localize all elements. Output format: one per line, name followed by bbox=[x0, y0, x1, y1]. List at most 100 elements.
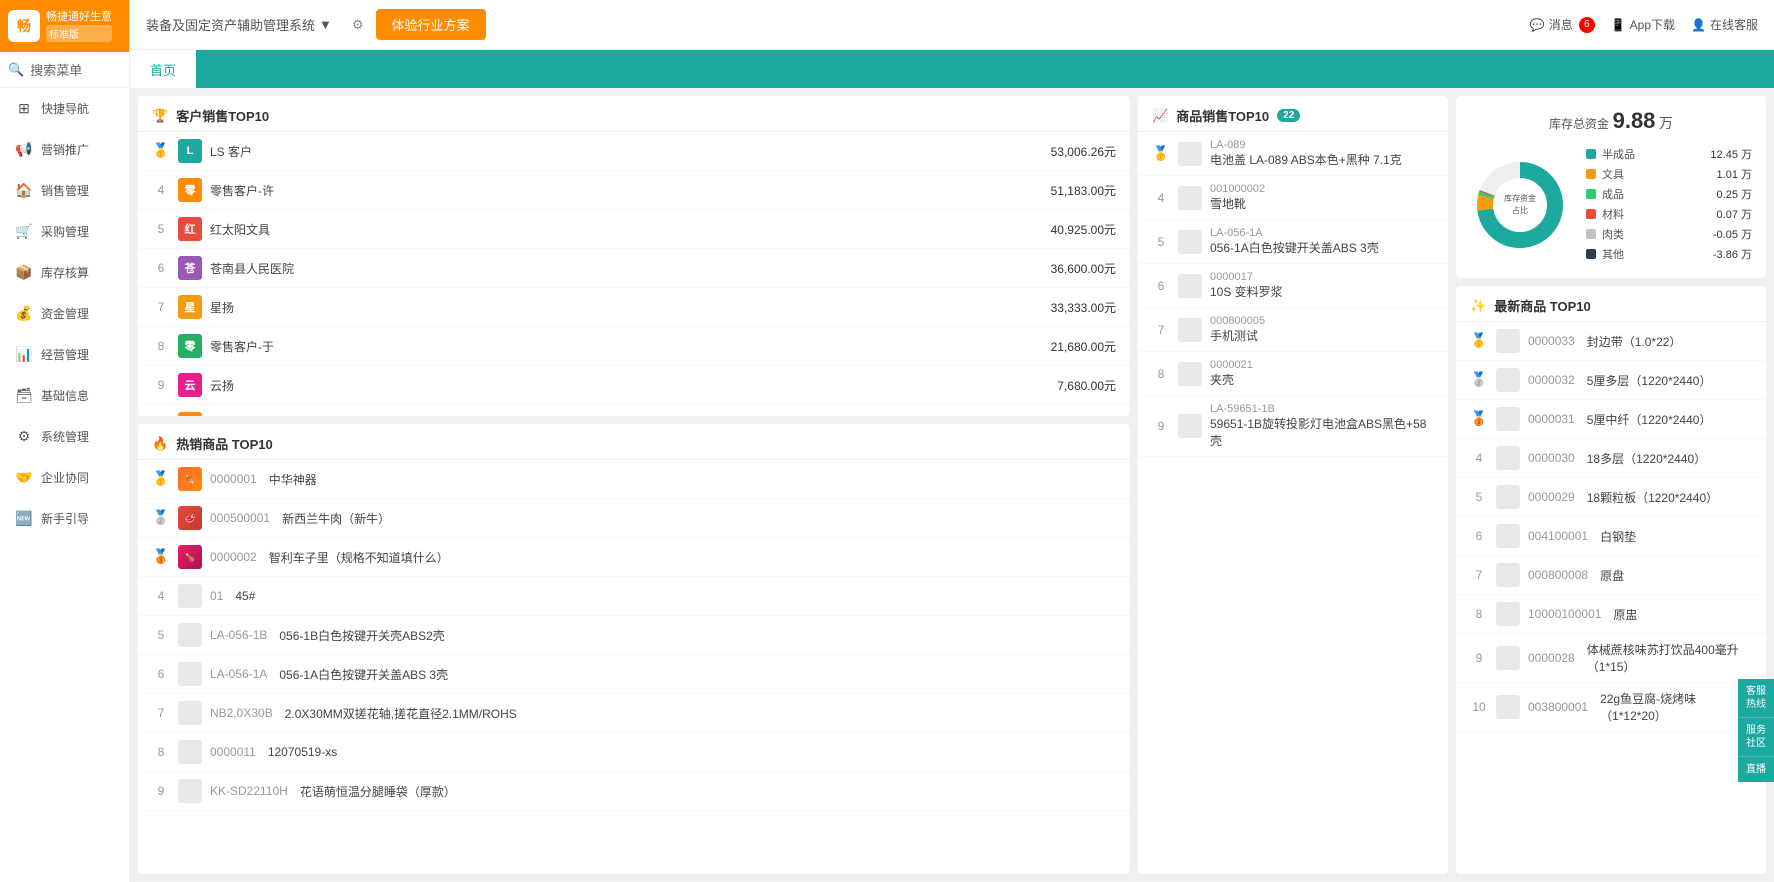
sidebar-item-operation[interactable]: 📊 经营管理 bbox=[0, 334, 129, 375]
legend-color bbox=[1586, 169, 1596, 179]
sidebar-item-company[interactable]: 🤝 企业协同 bbox=[0, 457, 129, 498]
rank-num: 6 bbox=[1470, 529, 1488, 543]
search-icon: 🔍 bbox=[8, 62, 24, 78]
sidebar-item-marketing[interactable]: 📢 营销推广 bbox=[0, 129, 129, 170]
customer-name: 零售客户-许 bbox=[210, 182, 1043, 199]
logo-icon: 畅 bbox=[8, 10, 40, 42]
list-item: 🥇 0000033 封边带（1.0*22） bbox=[1456, 322, 1766, 361]
product-thumbnail bbox=[1178, 414, 1202, 438]
product-thumbnail bbox=[1496, 407, 1520, 431]
rank-num: 5 bbox=[1152, 235, 1170, 249]
experience-btn[interactable]: 体验行业方案 bbox=[376, 9, 486, 40]
app-download-btn[interactable]: 📱 App下载 bbox=[1611, 16, 1675, 33]
product-name: 59651-1B旋转投影灯电池盒ABS黑色+58壳 bbox=[1210, 415, 1434, 449]
system-name-dropdown[interactable]: 装备及固定资产辅助管理系统 ▼ bbox=[146, 15, 332, 34]
list-item: 9 KK-SD22110H 花语萌恒温分腿睡袋（厚款） bbox=[138, 772, 1130, 811]
float-btn-community[interactable]: 服务社区 bbox=[1738, 718, 1774, 757]
product-code: 0000029 bbox=[1528, 490, 1575, 504]
sidebar-item-purchase[interactable]: 🛒 采购管理 bbox=[0, 211, 129, 252]
rank-num: 6 bbox=[1152, 279, 1170, 293]
avatar: 零 bbox=[178, 178, 202, 202]
customer-amount: 7,563.00元 bbox=[1057, 416, 1116, 417]
avatar: 零 bbox=[178, 334, 202, 358]
product-name: 夹壳 bbox=[1210, 371, 1434, 388]
sidebar-item-guide[interactable]: 🆕 新手引导 bbox=[0, 498, 129, 539]
svg-text:占比: 占比 bbox=[1512, 205, 1528, 215]
legend-label: 文具 bbox=[1602, 166, 1711, 182]
sidebar-item-quick-nav[interactable]: ⊞ 快捷导航 bbox=[0, 88, 129, 129]
legend-item: 半成品 12.45 万 bbox=[1586, 146, 1752, 162]
list-item: 6 004100001 白钢垫 bbox=[1456, 517, 1766, 556]
service-label: 在线客服 bbox=[1710, 16, 1758, 33]
product-name: 5厘中纤（1220*2440） bbox=[1587, 411, 1752, 428]
rank-medal-1: 🥇 bbox=[1152, 145, 1170, 163]
sidebar-item-system[interactable]: ⚙ 系统管理 bbox=[0, 416, 129, 457]
customer-name: 苍南县人民医院 bbox=[210, 260, 1043, 277]
product-name: 雪地靴 bbox=[1210, 195, 1434, 212]
app-subtitle: 标准版 bbox=[46, 25, 112, 42]
customer-amount: 21,680.00元 bbox=[1051, 338, 1116, 355]
product-code: 0000033 bbox=[1528, 334, 1575, 348]
product-thumbnail bbox=[1178, 274, 1202, 298]
product-thumbnail bbox=[1496, 368, 1520, 392]
inventory-label: 库存总资金 bbox=[1549, 117, 1609, 131]
list-item: 5 0000029 18颗粒板（1220*2440） bbox=[1456, 478, 1766, 517]
avatar: 档 bbox=[178, 412, 202, 416]
table-row: 9 云 云扬 7,680.00元 bbox=[138, 366, 1130, 405]
sidebar-item-sales[interactable]: 🏠 销售管理 bbox=[0, 170, 129, 211]
service-icon: 👤 bbox=[1691, 18, 1706, 32]
rank-num: 5 bbox=[152, 628, 170, 642]
newest-panel-header: ✨ 最新商品 TOP10 bbox=[1456, 286, 1766, 322]
product-code: 003800001 bbox=[1528, 700, 1588, 714]
product-thumbnail bbox=[1178, 362, 1202, 386]
legend-item: 成品 0.25 万 bbox=[1586, 186, 1752, 202]
tab-home-label: 首页 bbox=[150, 60, 176, 79]
rank-medal-3: 🥉 bbox=[152, 548, 170, 566]
product-name: 2.0X30MM双搓花轴,搓花直径2.1MM/ROHS bbox=[285, 705, 1116, 722]
rank-medal-1: 🥇 bbox=[152, 470, 170, 488]
customer-amount: 53,006.26元 bbox=[1051, 143, 1116, 160]
left-panels: 🏆 客户销售TOP10 🥇 L LS 客户 53,006.26元 4 零 bbox=[138, 96, 1130, 874]
sidebar-item-finance[interactable]: 💰 资金管理 bbox=[0, 293, 129, 334]
rank-num: 8 bbox=[152, 745, 170, 759]
customer-name: 零售客户-于 bbox=[210, 338, 1043, 355]
sidebar-item-label: 营销推广 bbox=[41, 141, 89, 158]
list-item: 5 LA-056-1A 056-1A白色按键开关盖ABS 3壳 bbox=[1138, 220, 1448, 264]
list-item: 🥈 0000032 5厘多层（1220*2440） bbox=[1456, 361, 1766, 400]
avatar: 云 bbox=[178, 373, 202, 397]
product-code: 0000030 bbox=[1528, 451, 1575, 465]
rank-num: 4 bbox=[1152, 191, 1170, 205]
list-item: 🥇 🍖 0000001 中华神器 bbox=[138, 460, 1130, 499]
sidebar-item-base[interactable]: 🗃 基础信息 bbox=[0, 375, 129, 416]
sidebar-item-inventory[interactable]: 📦 库存核算 bbox=[0, 252, 129, 293]
product-thumbnail: 🥩 bbox=[178, 506, 202, 530]
rank-medal-1: 🥇 bbox=[152, 142, 170, 160]
product-name: 手机测试 bbox=[1210, 327, 1434, 344]
product-code: 0000028 bbox=[1528, 651, 1575, 665]
search-menu[interactable]: 🔍 搜索菜单 bbox=[0, 52, 129, 88]
product-thumbnail bbox=[1496, 646, 1520, 670]
online-service-btn[interactable]: 👤 在线客服 bbox=[1691, 16, 1758, 33]
product-name: 056-1A白色按键开关盖ABS 3壳 bbox=[279, 666, 1116, 683]
customer-amount: 33,333.00元 bbox=[1051, 299, 1116, 316]
top-bar-right: 💬 消息 6 📱 App下载 👤 在线客服 bbox=[1530, 16, 1758, 33]
rank-num: 7 bbox=[1470, 568, 1488, 582]
product-code: 001000002 bbox=[1210, 183, 1434, 195]
message-icon: 💬 bbox=[1530, 18, 1545, 32]
inventory-total: 库存总资金 9.88 万 bbox=[1470, 108, 1752, 134]
float-btn-service[interactable]: 客服热线 bbox=[1738, 679, 1774, 718]
gear-icon[interactable]: ⚙ bbox=[352, 17, 364, 33]
product-thumbnail bbox=[1496, 695, 1520, 719]
legend-color bbox=[1586, 149, 1596, 159]
float-btn-live[interactable]: 直播 bbox=[1738, 757, 1774, 782]
table-row: 7 星 星扬 33,333.00元 bbox=[138, 288, 1130, 327]
main-area: 装备及固定资产辅助管理系统 ▼ ⚙ 体验行业方案 💬 消息 6 📱 App下载 … bbox=[130, 0, 1774, 882]
rank-num: 8 bbox=[1470, 607, 1488, 621]
tab-home[interactable]: 首页 bbox=[130, 50, 196, 88]
legend-label: 肉类 bbox=[1602, 226, 1707, 242]
product-thumbnail bbox=[1496, 602, 1520, 626]
product-code: 0000021 bbox=[1210, 359, 1434, 371]
product-code: 0000002 bbox=[210, 550, 257, 564]
product-thumbnail bbox=[1178, 186, 1202, 210]
message-btn[interactable]: 💬 消息 6 bbox=[1530, 16, 1595, 33]
